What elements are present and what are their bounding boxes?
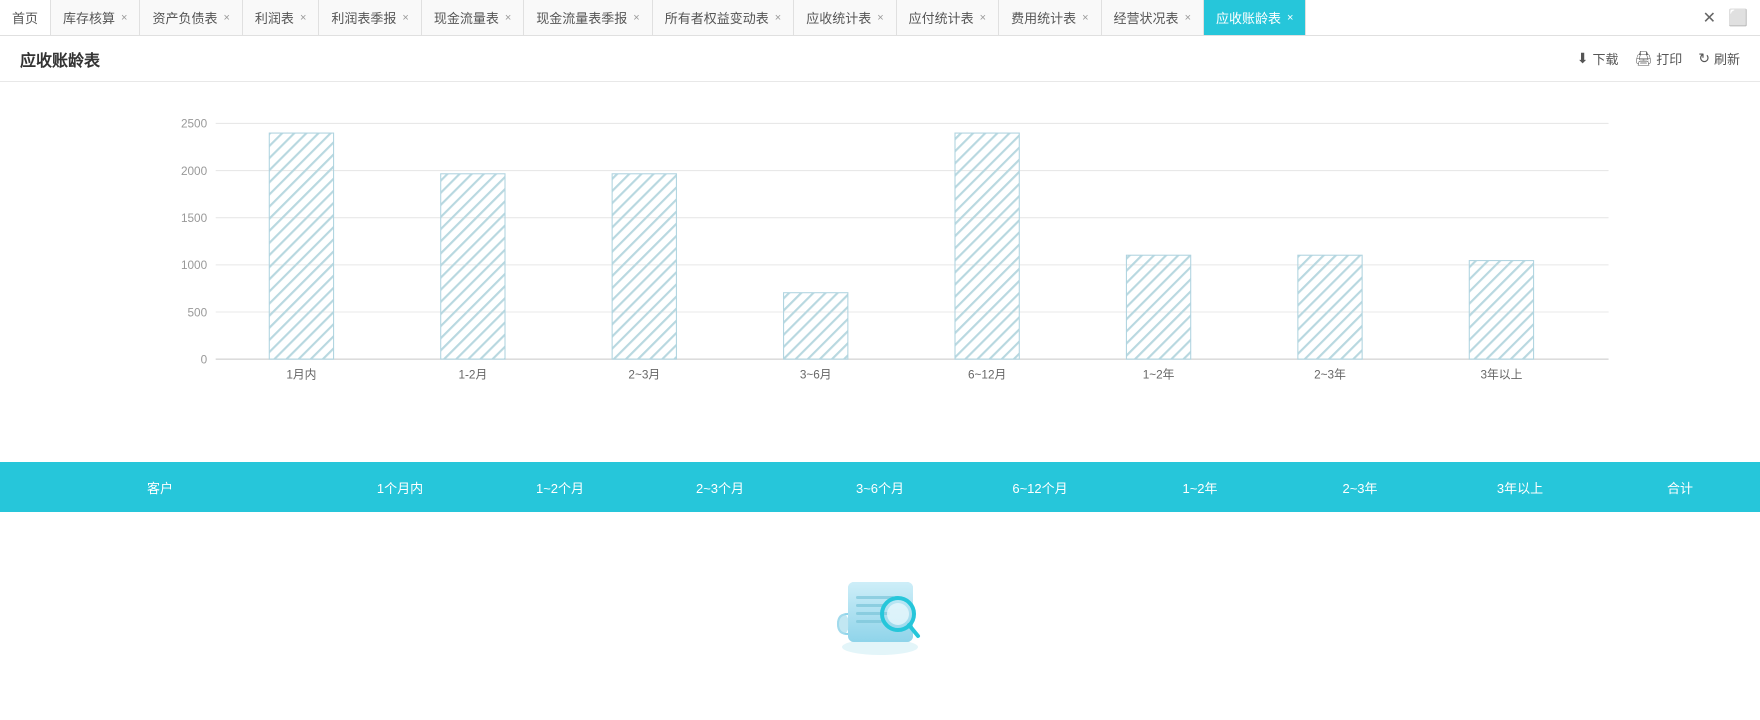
svg-text:500: 500 bbox=[188, 306, 208, 319]
bar-1-month bbox=[269, 133, 333, 359]
tab-home[interactable]: 首页 bbox=[0, 0, 51, 36]
col-2-3m: 2~3个月 bbox=[640, 478, 800, 497]
svg-text:2~3年: 2~3年 bbox=[1314, 367, 1346, 381]
svg-text:1-2月: 1-2月 bbox=[458, 368, 487, 381]
print-icon: 🖨 bbox=[1634, 50, 1652, 67]
svg-text:0: 0 bbox=[201, 353, 208, 366]
svg-text:1500: 1500 bbox=[181, 212, 208, 225]
tab-expense-label: 费用统计表 bbox=[1011, 8, 1076, 27]
tab-operation-label: 经营状况表 bbox=[1114, 8, 1179, 27]
svg-text:1~2年: 1~2年 bbox=[1143, 367, 1175, 381]
tab-ar-aging-close[interactable]: × bbox=[1287, 12, 1293, 24]
tab-inventory[interactable]: 库存核算 × bbox=[51, 0, 140, 36]
chart-container: 0 500 1000 1500 2000 2500 1月内 1-2月 bbox=[40, 102, 1720, 402]
tab-ar-stat-label: 应收统计表 bbox=[806, 8, 871, 27]
tab-cashflow[interactable]: 现金流量表 × bbox=[422, 0, 524, 36]
tab-equity-label: 所有者权益变动表 bbox=[665, 8, 769, 27]
window-maximize-button[interactable]: ⬜ bbox=[1724, 4, 1752, 32]
tab-profit[interactable]: 利润表 × bbox=[243, 0, 319, 36]
chart-area: 0 500 1000 1500 2000 2500 1月内 1-2月 bbox=[0, 82, 1760, 462]
bar-2-3-month bbox=[612, 174, 676, 359]
tab-profit-q-close[interactable]: × bbox=[402, 12, 408, 24]
refresh-label: 刷新 bbox=[1714, 49, 1740, 68]
tab-profit-close[interactable]: × bbox=[300, 12, 306, 24]
svg-text:2~3月: 2~3月 bbox=[628, 368, 660, 381]
page-header: 应收账龄表 ⬇ 下载 🖨 打印 ↻ 刷新 bbox=[0, 36, 1760, 82]
bar-1-2-month bbox=[441, 174, 505, 359]
tab-balance[interactable]: 资产负债表 × bbox=[140, 0, 242, 36]
bar-6-12-month bbox=[955, 133, 1019, 359]
tab-ar-stat-close[interactable]: × bbox=[877, 12, 883, 24]
svg-text:2500: 2500 bbox=[181, 118, 208, 131]
download-button[interactable]: ⬇ 下载 bbox=[1577, 49, 1619, 68]
tab-ap-stat[interactable]: 应付统计表 × bbox=[897, 0, 999, 36]
col-total: 合计 bbox=[1600, 478, 1760, 497]
svg-text:3~6月: 3~6月 bbox=[800, 368, 832, 381]
tab-equity[interactable]: 所有者权益变动表 × bbox=[653, 0, 794, 36]
svg-text:6~12月: 6~12月 bbox=[968, 368, 1006, 381]
bar-1-2-year bbox=[1126, 255, 1190, 359]
tab-cashflow-q-label: 现金流量表季报 bbox=[536, 8, 627, 27]
tab-inventory-close[interactable]: × bbox=[121, 12, 127, 24]
download-icon: ⬇ bbox=[1577, 50, 1589, 67]
print-label: 打印 bbox=[1656, 49, 1682, 68]
refresh-icon: ↻ bbox=[1698, 50, 1710, 67]
tab-operation[interactable]: 经营状况表 × bbox=[1102, 0, 1204, 36]
col-2-3y: 2~3年 bbox=[1280, 478, 1440, 497]
tab-cashflow-label: 现金流量表 bbox=[434, 8, 499, 27]
col-1-2m: 1~2个月 bbox=[480, 478, 640, 497]
col-3-plus: 3年以上 bbox=[1440, 478, 1600, 497]
tab-balance-close[interactable]: × bbox=[223, 12, 229, 24]
refresh-button[interactable]: ↻ 刷新 bbox=[1698, 49, 1740, 68]
col-6-12m: 6~12个月 bbox=[960, 478, 1120, 497]
col-3-6m: 3~6个月 bbox=[800, 478, 960, 497]
bar-chart: 0 500 1000 1500 2000 2500 1月内 1-2月 bbox=[40, 102, 1720, 402]
col-1-2y: 1~2年 bbox=[1120, 478, 1280, 497]
empty-state bbox=[0, 512, 1760, 720]
empty-illustration bbox=[820, 552, 940, 662]
tab-cashflow-close[interactable]: × bbox=[505, 12, 511, 24]
tab-ar-stat[interactable]: 应收统计表 × bbox=[794, 0, 896, 36]
tab-ap-stat-close[interactable]: × bbox=[980, 12, 986, 24]
col-customer: 客户 bbox=[0, 478, 320, 497]
bar-2-3-year bbox=[1298, 255, 1362, 359]
tab-expense-close[interactable]: × bbox=[1082, 12, 1088, 24]
tab-balance-label: 资产负债表 bbox=[152, 8, 217, 27]
tab-bar-controls: ✕ ⬜ bbox=[1699, 4, 1760, 32]
col-1m: 1个月内 bbox=[320, 478, 480, 497]
tab-cashflow-q[interactable]: 现金流量表季报 × bbox=[524, 0, 652, 36]
tab-home-label: 首页 bbox=[12, 8, 38, 27]
tab-inventory-label: 库存核算 bbox=[63, 8, 115, 27]
bar-3-plus-year bbox=[1469, 261, 1533, 360]
tab-equity-close[interactable]: × bbox=[775, 12, 781, 24]
tab-ap-stat-label: 应付统计表 bbox=[909, 8, 974, 27]
tab-bar: 首页 库存核算 × 资产负债表 × 利润表 × 利润表季报 × 现金流量表 × … bbox=[0, 0, 1760, 36]
svg-text:1000: 1000 bbox=[181, 259, 208, 272]
tab-operation-close[interactable]: × bbox=[1185, 12, 1191, 24]
download-label: 下载 bbox=[1592, 49, 1618, 68]
print-button[interactable]: 🖨 打印 bbox=[1634, 49, 1682, 68]
tab-ar-aging[interactable]: 应收账龄表 × bbox=[1204, 0, 1306, 36]
tab-profit-q[interactable]: 利润表季报 × bbox=[319, 0, 421, 36]
window-close-button[interactable]: ✕ bbox=[1699, 4, 1720, 32]
tab-cashflow-q-close[interactable]: × bbox=[633, 12, 639, 24]
header-actions: ⬇ 下载 🖨 打印 ↻ 刷新 bbox=[1577, 49, 1740, 68]
tab-profit-label: 利润表 bbox=[255, 8, 294, 27]
page-title: 应收账龄表 bbox=[20, 47, 100, 71]
tab-profit-q-label: 利润表季报 bbox=[331, 8, 396, 27]
bar-3-6-month bbox=[784, 293, 848, 359]
svg-text:3年以上: 3年以上 bbox=[1481, 367, 1523, 381]
svg-text:2000: 2000 bbox=[181, 165, 208, 178]
table-header: 客户 1个月内 1~2个月 2~3个月 3~6个月 6~12个月 1~2年 2~… bbox=[0, 462, 1760, 512]
tab-expense[interactable]: 费用统计表 × bbox=[999, 0, 1101, 36]
svg-text:1月内: 1月内 bbox=[286, 367, 316, 381]
main-content: 0 500 1000 1500 2000 2500 1月内 1-2月 bbox=[0, 82, 1760, 720]
tab-ar-aging-label: 应收账龄表 bbox=[1216, 8, 1281, 27]
